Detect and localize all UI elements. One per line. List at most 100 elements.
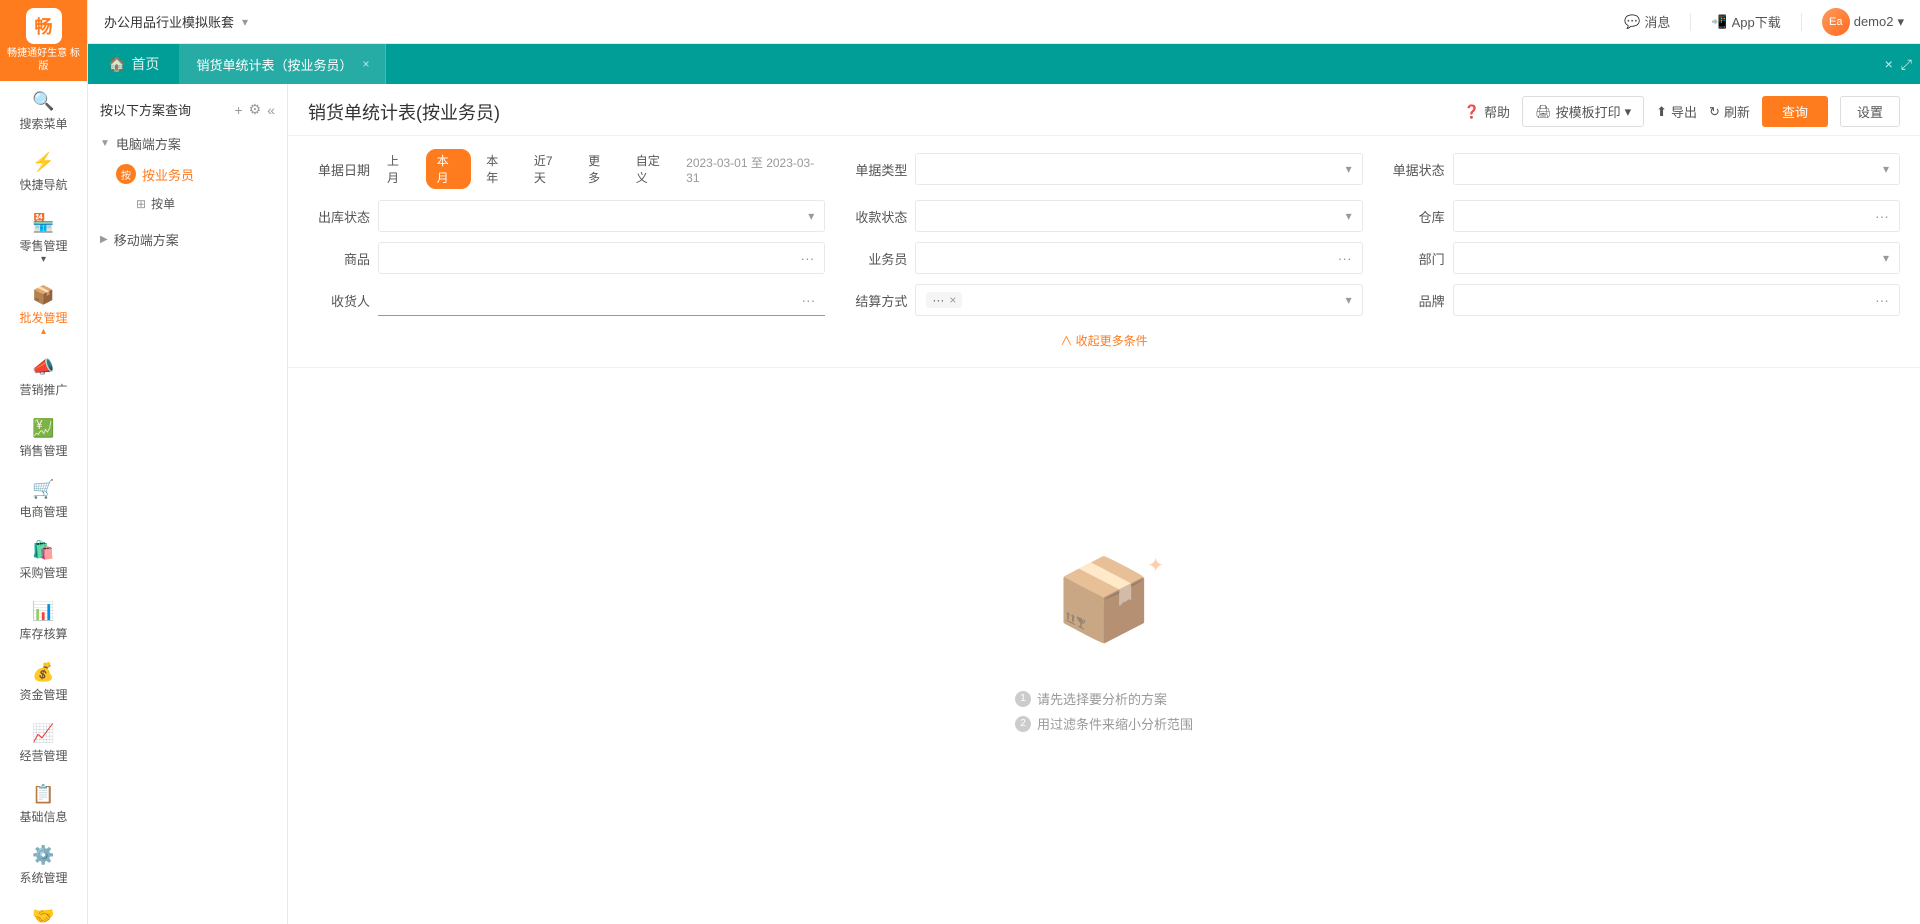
date-btn-last-7days[interactable]: 近7天: [525, 148, 573, 190]
payment-method-clear-icon[interactable]: ×: [949, 293, 956, 307]
payment-status-arrow-icon: ▾: [1346, 209, 1352, 223]
panel-settings-icon[interactable]: ⚙: [249, 101, 262, 118]
marketing-icon: 📣: [32, 357, 54, 378]
staff-label: 业务员: [845, 249, 915, 268]
template-print-button[interactable]: 🖨 按模板打印 ▾: [1522, 96, 1644, 127]
scheme-group-mobile-header[interactable]: ▶ 移动端方案: [88, 225, 287, 254]
doc-type-select[interactable]: ▾: [915, 153, 1362, 185]
app-download-label: App下载: [1732, 12, 1781, 31]
scheme-sub-item-by-order[interactable]: ⊞ 按单: [88, 190, 287, 217]
outbound-select[interactable]: ▾: [378, 200, 825, 232]
app-logo[interactable]: 畅 畅捷通好生意 标版: [0, 0, 88, 81]
sidebar-item-label: 采购管理: [19, 564, 67, 581]
filter-brand-col: 品牌 ···: [1383, 284, 1900, 316]
sidebar-item-enterprise[interactable]: 🤝 企业协同: [0, 896, 87, 924]
retail-icon: 🏪: [32, 213, 54, 234]
dept-select[interactable]: ▾: [1453, 242, 1900, 274]
sidebar-item-search[interactable]: 🔍 搜索菜单: [0, 81, 87, 142]
empty-tip-2: 2 用过滤条件来缩小分析范围: [1015, 714, 1193, 733]
filter-consignee-col: 收货人 ···: [308, 284, 825, 316]
query-button[interactable]: 查询: [1762, 96, 1828, 127]
date-btn-more[interactable]: 更多: [579, 148, 621, 190]
sidebar-item-purchase[interactable]: 🛍️ 采购管理: [0, 530, 87, 591]
sidebar-item-label: 资金管理: [19, 686, 67, 703]
filter-outbound-col: 出库状态 ▾: [308, 200, 825, 232]
empty-tip-2-text: 用过滤条件来缩小分析范围: [1037, 714, 1193, 733]
topbar-title: 办公用品行业模拟账套: [104, 12, 234, 31]
template-print-label: 按模板打印: [1556, 102, 1621, 121]
tab-home[interactable]: 🏠 首页: [88, 44, 180, 84]
payment-method-select[interactable]: ··· × ▾: [915, 284, 1362, 316]
help-label: 帮助: [1484, 102, 1510, 121]
product-select[interactable]: ···: [378, 242, 825, 274]
topbar-left: 办公用品行业模拟账套 ▾: [104, 12, 248, 31]
tab-restore-icon[interactable]: ⤢: [1901, 56, 1912, 73]
sidebar-item-inventory[interactable]: 📊 库存核算: [0, 591, 87, 652]
payment-method-tag: ··· ×: [926, 292, 962, 308]
empty-tip-1: 1 请先选择要分析的方案: [1015, 689, 1193, 708]
staff-select[interactable]: ···: [915, 242, 1362, 274]
filter-date-col: 单据日期 上月 本月 本年 近7天 更多 自定义 2023-03-01 至 20…: [308, 148, 825, 190]
panel-add-icon[interactable]: +: [234, 102, 242, 118]
date-filter: 上月 本月 本年 近7天 更多 自定义 2023-03-01 至 2023-03…: [378, 148, 825, 190]
main-area: 办公用品行业模拟账套 ▾ 💬 消息 📲 App下载 Ea demo2 ▾ 🏠: [88, 0, 1920, 924]
collapse-button[interactable]: ∧ 收起更多条件: [308, 326, 1900, 355]
filter-row-4: 收货人 ··· 结算方式 ··· ×: [308, 284, 1900, 316]
content-area: 按以下方案查询 + ⚙ « ▼ 电脑端方案 按 按业务员 ⊞ 按: [88, 84, 1920, 924]
sidebar-item-label: 系统管理: [19, 869, 67, 886]
doc-type-arrow-icon: ▾: [1346, 162, 1352, 176]
panel-collapse-icon[interactable]: «: [267, 102, 275, 118]
sidebar-item-quick-nav[interactable]: ⚡ 快捷导航: [0, 142, 87, 203]
warehouse-select[interactable]: ···: [1453, 200, 1900, 232]
product-dots: ···: [800, 250, 814, 266]
sidebar-item-sales-mgmt[interactable]: 💹 销售管理: [0, 408, 87, 469]
sidebar-item-base-info[interactable]: 📋 基础信息: [0, 774, 87, 835]
sidebar-item-label: 电商管理: [19, 503, 67, 520]
sidebar-item-ops[interactable]: 📈 经营管理: [0, 713, 87, 774]
tab-sales-stat[interactable]: 销货单统计表（按业务员） ×: [180, 44, 386, 84]
brand-select[interactable]: ···: [1453, 284, 1900, 316]
consignee-input[interactable]: [388, 292, 801, 307]
payment-status-select[interactable]: ▾: [915, 200, 1362, 232]
sidebar-item-marketing[interactable]: 📣 营销推广: [0, 347, 87, 408]
user-profile[interactable]: Ea demo2 ▾: [1822, 8, 1904, 36]
export-icon: ⬆: [1656, 104, 1667, 120]
sidebar: 畅 畅捷通好生意 标版 🔍 搜索菜单 ⚡ 快捷导航 🏪 零售管理 ▾ 📦 批发管…: [0, 0, 88, 924]
date-range-display: 2023-03-01 至 2023-03-31: [686, 154, 825, 185]
ops-icon: 📈: [32, 723, 54, 744]
desktop-expand-icon: ▼: [100, 138, 110, 149]
app-download-button[interactable]: 📲 App下载: [1711, 12, 1780, 31]
sidebar-item-label: 销售管理: [19, 442, 67, 459]
sidebar-item-wholesale[interactable]: 📦 批发管理 ▴: [0, 275, 87, 347]
doc-status-label: 单据状态: [1383, 160, 1453, 179]
tab-close-window-icon[interactable]: ×: [1885, 56, 1893, 72]
export-button[interactable]: ⬆ 导出: [1656, 102, 1697, 121]
mobile-expand-icon: ▶: [100, 234, 108, 245]
tab-home-label: 首页: [131, 54, 159, 74]
message-button[interactable]: 💬 消息: [1624, 12, 1670, 31]
sidebar-item-finance[interactable]: 💰 资金管理: [0, 652, 87, 713]
scheme-item-by-staff[interactable]: 按 按业务员: [88, 158, 287, 190]
doc-status-select[interactable]: ▾: [1453, 153, 1900, 185]
sidebar-item-retail[interactable]: 🏪 零售管理 ▾: [0, 203, 87, 275]
date-btn-this-year[interactable]: 本年: [477, 148, 519, 190]
by-order-icon: ⊞: [136, 197, 146, 211]
settings-button[interactable]: 设置: [1840, 96, 1900, 127]
by-staff-dot: 按: [116, 164, 136, 184]
tip-num-2: 2: [1015, 716, 1031, 732]
topbar-dropdown-icon[interactable]: ▾: [242, 15, 248, 29]
filter-doc-status-col: 单据状态 ▾: [1383, 153, 1900, 185]
scheme-group-mobile: ▶ 移动端方案: [88, 221, 287, 258]
scheme-group-desktop-header[interactable]: ▼ 电脑端方案: [88, 129, 287, 158]
tab-close-icon[interactable]: ×: [362, 57, 369, 71]
refresh-button[interactable]: ↻ 刷新: [1709, 102, 1750, 121]
sidebar-item-ecommerce[interactable]: 🛒 电商管理: [0, 469, 87, 530]
date-btn-last-month[interactable]: 上月: [378, 148, 420, 190]
wholesale-arrow-icon: ▴: [41, 326, 46, 337]
date-btn-custom[interactable]: 自定义: [627, 148, 680, 190]
scheme-sub-item-by-order-label: 按单: [151, 195, 175, 212]
sidebar-item-sys-mgmt[interactable]: ⚙️ 系统管理: [0, 835, 87, 896]
help-button[interactable]: ❓ 帮助: [1464, 102, 1510, 121]
brand-dots: ···: [1875, 292, 1889, 308]
date-btn-this-month[interactable]: 本月: [426, 149, 472, 189]
